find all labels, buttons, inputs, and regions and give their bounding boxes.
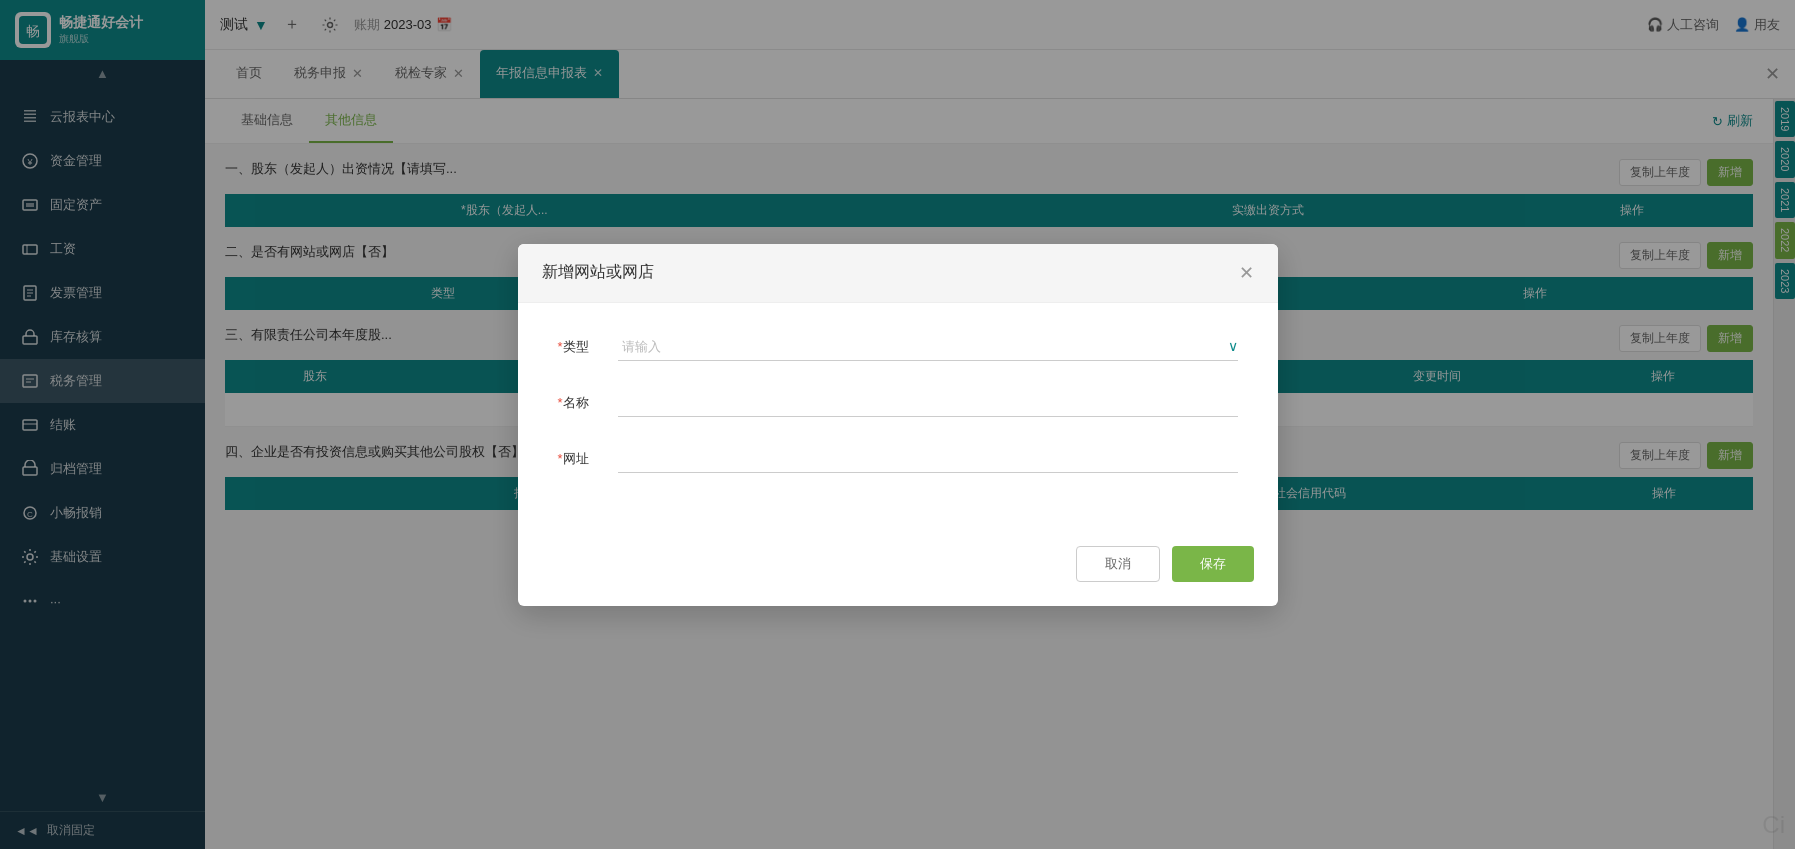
dialog-overlay[interactable]: 新增网站或网店 ✕ *类型 ∨ *名称	[0, 0, 1795, 849]
cancel-button[interactable]: 取消	[1076, 546, 1160, 582]
url-input-wrapper	[618, 445, 1238, 473]
form-row-name: *名称	[558, 389, 1238, 417]
url-label: *网址	[558, 450, 618, 468]
dialog-body: *类型 ∨ *名称 *网址	[518, 303, 1278, 531]
type-required: *	[558, 339, 563, 354]
dialog-header: 新增网站或网店 ✕	[518, 244, 1278, 303]
form-row-type: *类型 ∨	[558, 333, 1238, 361]
name-input-wrapper	[618, 389, 1238, 417]
dialog-footer: 取消 保存	[518, 531, 1278, 606]
add-website-dialog: 新增网站或网店 ✕ *类型 ∨ *名称	[518, 244, 1278, 606]
dialog-close-btn[interactable]: ✕	[1239, 262, 1254, 284]
type-input-wrapper: ∨	[618, 333, 1238, 361]
type-label: *类型	[558, 338, 618, 356]
url-input[interactable]	[618, 445, 1238, 472]
save-button[interactable]: 保存	[1172, 546, 1254, 582]
type-input[interactable]	[618, 333, 1228, 360]
name-input[interactable]	[618, 389, 1238, 416]
type-dropdown-icon[interactable]: ∨	[1228, 338, 1238, 354]
name-label: *名称	[558, 394, 618, 412]
dialog-title: 新增网站或网店	[542, 262, 654, 283]
url-required: *	[558, 451, 563, 466]
form-row-url: *网址	[558, 445, 1238, 473]
name-required: *	[558, 395, 563, 410]
